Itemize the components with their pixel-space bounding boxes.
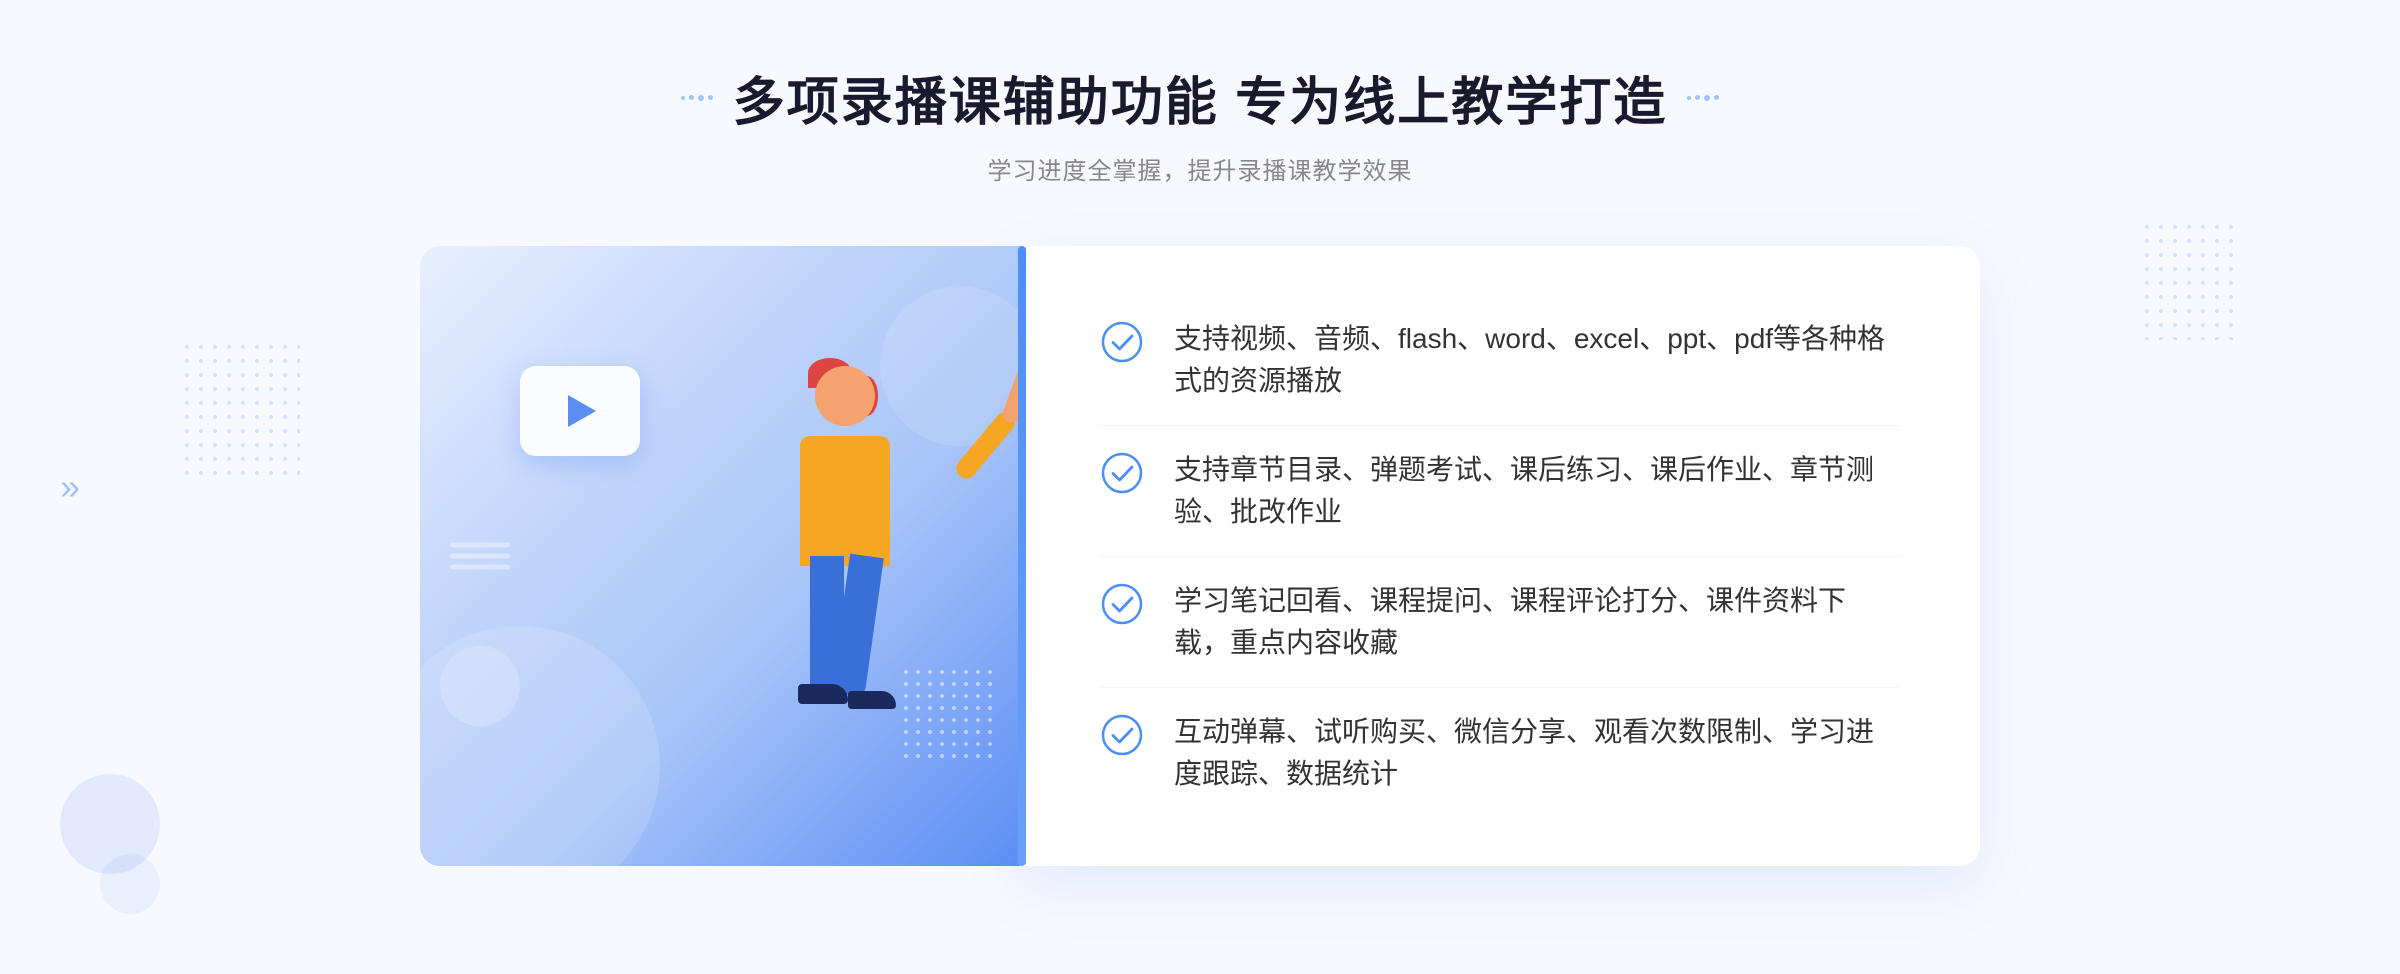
check-circle-icon-3	[1100, 582, 1144, 626]
play-icon	[568, 395, 596, 427]
decorator-dots-right	[1687, 95, 1719, 101]
person-shoe-left	[798, 684, 848, 704]
feature-divider-2	[1100, 556, 1900, 557]
person-body	[800, 436, 890, 566]
person-head	[815, 366, 875, 426]
blue-accent-bar	[1018, 246, 1026, 866]
feature-text-2: 支持章节目录、弹题考试、课后练习、课后作业、章节测验、批改作业	[1174, 449, 1900, 533]
feature-text-1: 支持视频、音频、flash、word、excel、ppt、pdf等各种格式的资源…	[1174, 318, 1900, 402]
feature-item-3: 学习笔记回看、课程提问、课程评论打分、课件资料下载，重点内容收藏	[1100, 560, 1900, 684]
feature-text-4: 互动弹幕、试听购买、微信分享、观看次数限制、学习进度跟踪、数据统计	[1174, 711, 1900, 795]
illustration-box	[420, 246, 1020, 866]
features-panel: 支持视频、音频、flash、word、excel、ppt、pdf等各种格式的资源…	[1020, 246, 1980, 866]
check-circle-icon-1	[1100, 320, 1144, 364]
check-circle-icon-4	[1100, 713, 1144, 757]
illus-small-circle	[440, 646, 520, 726]
illus-lines	[450, 543, 510, 570]
feature-item-1: 支持视频、音频、flash、word、excel、ppt、pdf等各种格式的资源…	[1100, 298, 1900, 422]
page-title: 多项录播课辅助功能 专为线上教学打造	[733, 60, 1667, 135]
page-wrapper: » 多项录播课辅助功能 专为线上教学打造 学习进度全掌握，提升录播课教学效果	[0, 0, 2400, 974]
feature-divider-1	[1100, 425, 1900, 426]
play-bubble	[520, 366, 640, 456]
dots-decoration-left	[180, 340, 300, 480]
deco-circle-2	[100, 854, 160, 914]
feature-item-4: 互动弹幕、试听购买、微信分享、观看次数限制、学习进度跟踪、数据统计	[1100, 691, 1900, 815]
feature-divider-3	[1100, 687, 1900, 688]
content-area: 支持视频、音频、flash、word、excel、ppt、pdf等各种格式的资源…	[420, 246, 1980, 866]
check-circle-icon-2	[1100, 451, 1144, 495]
header-section: 多项录播课辅助功能 专为线上教学打造 学习进度全掌握，提升录播课教学效果	[681, 60, 1719, 186]
feature-item-2: 支持章节目录、弹题考试、课后练习、课后作业、章节测验、批改作业	[1100, 429, 1900, 553]
chevron-left-icon: »	[60, 466, 72, 508]
decorator-dots-left	[681, 95, 713, 101]
person-shoe-right	[848, 691, 896, 709]
dots-decoration-right	[2140, 220, 2240, 340]
person-figure	[700, 366, 980, 846]
page-subtitle: 学习进度全掌握，提升录播课教学效果	[681, 151, 1719, 186]
feature-text-3: 学习笔记回看、课程提问、课程评论打分、课件资料下载，重点内容收藏	[1174, 580, 1900, 664]
